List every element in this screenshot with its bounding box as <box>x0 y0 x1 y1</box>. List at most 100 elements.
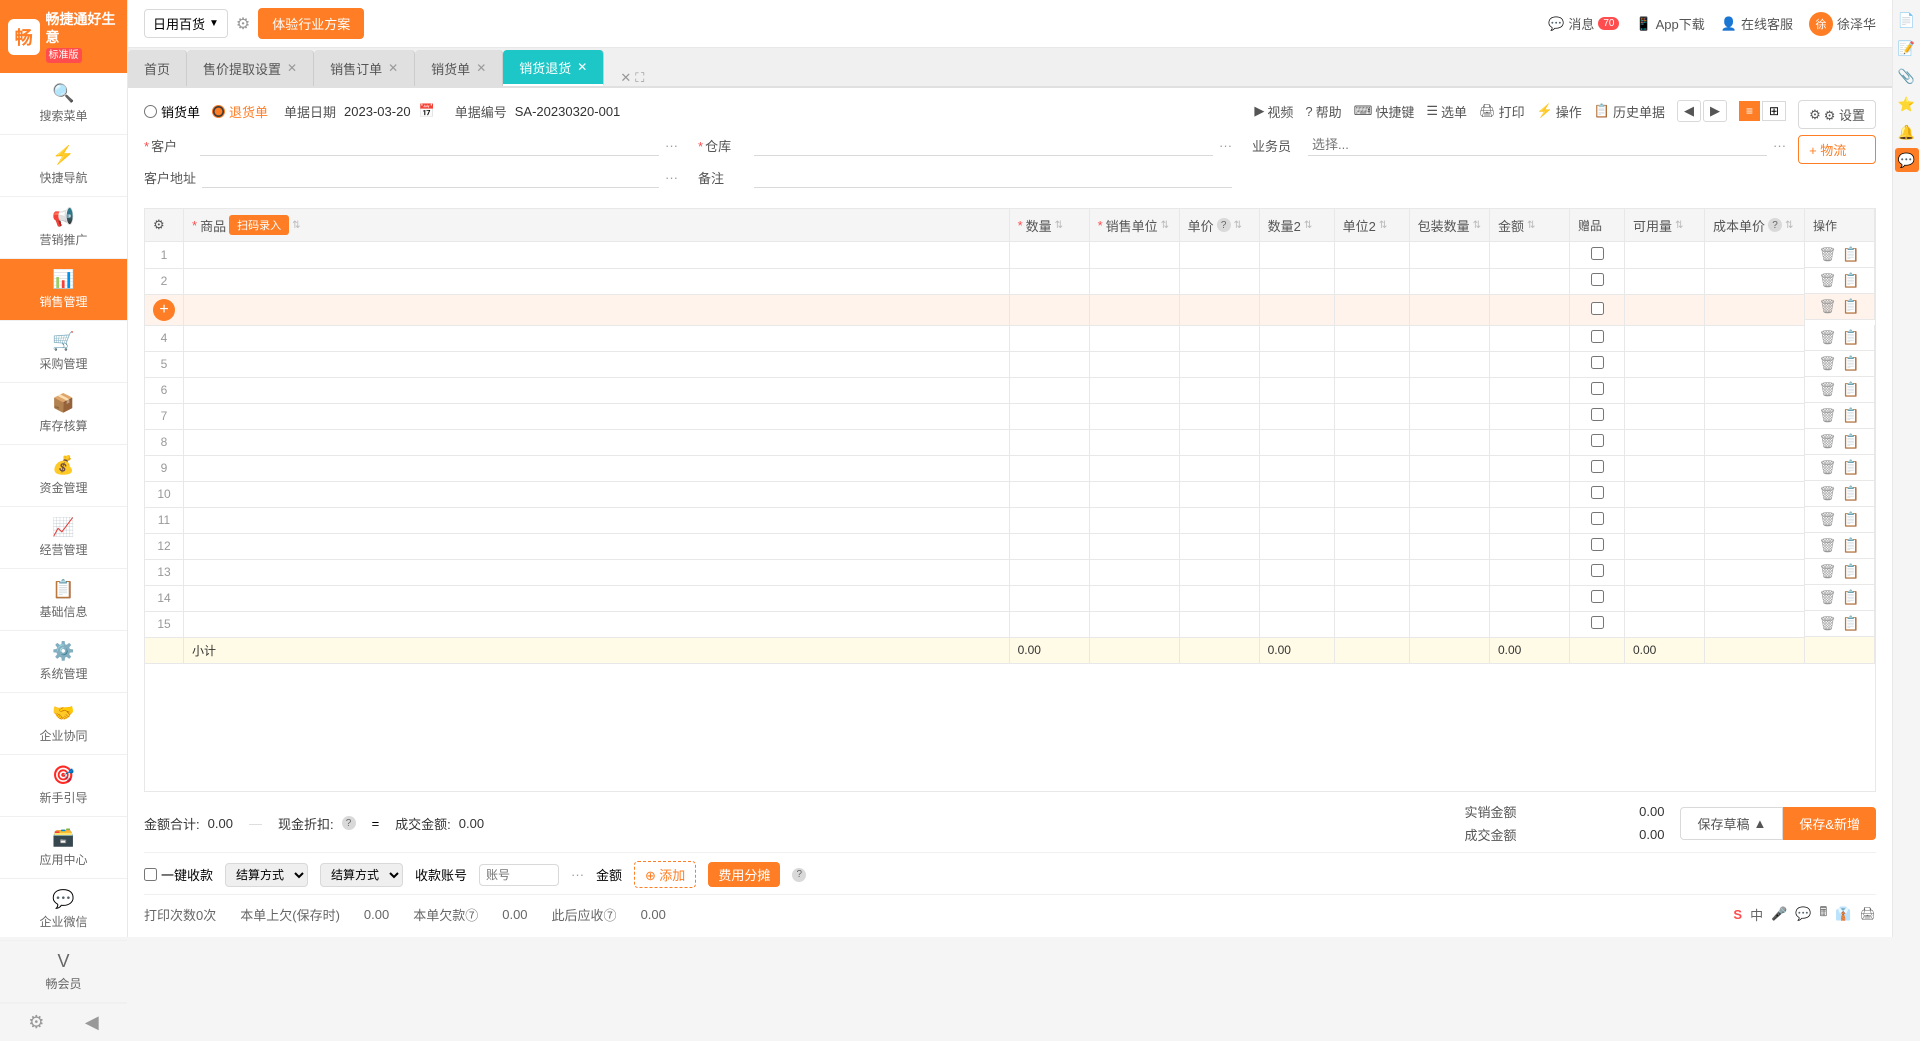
sidebar-item-member[interactable]: V 畅会员 <box>0 941 127 1003</box>
qty2-cell[interactable] <box>1259 481 1334 507</box>
unit-cell[interactable] <box>1089 429 1179 455</box>
gift-checkbox[interactable] <box>1591 434 1604 447</box>
goods-input[interactable] <box>192 331 1001 346</box>
delete-row-button[interactable]: 🗑 <box>1819 329 1837 346</box>
goods-cell[interactable] <box>184 507 1010 533</box>
delete-row-button[interactable]: 🗑 <box>1819 511 1837 528</box>
sidebar-item-search[interactable]: 🔍 搜索菜单 <box>0 73 127 135</box>
pkg-cell[interactable] <box>1409 351 1489 377</box>
expense-info-icon[interactable]: ? <box>792 868 806 882</box>
copy-row-button[interactable]: 📋 <box>1842 433 1859 450</box>
unit-cell[interactable] <box>1089 377 1179 403</box>
goods-cell[interactable] <box>184 455 1010 481</box>
toolbar-shortcuts[interactable]: ⌨ 快捷键 <box>1354 102 1415 121</box>
qty2-cell[interactable] <box>1259 559 1334 585</box>
gift-checkbox[interactable] <box>1591 486 1604 499</box>
goods-cell[interactable] <box>184 533 1010 559</box>
delete-row-button[interactable]: 🗑 <box>1819 407 1837 424</box>
delete-row-button[interactable]: 🗑 <box>1819 355 1837 372</box>
delete-row-button[interactable]: 🗑 <box>1819 485 1837 502</box>
sidebar-item-purchase[interactable]: 🛒 采购管理 <box>0 321 127 383</box>
copy-row-button[interactable]: 📋 <box>1842 329 1859 346</box>
settings-button[interactable]: ⚙ ⚙ 设置 <box>1798 100 1876 129</box>
available-cell[interactable] <box>1625 585 1705 611</box>
amount-cell[interactable] <box>1490 585 1570 611</box>
qty2-cell[interactable] <box>1259 351 1334 377</box>
goods-input[interactable] <box>192 617 1001 632</box>
amount-cell[interactable] <box>1490 507 1570 533</box>
available-cell[interactable] <box>1625 429 1705 455</box>
sidebar-collapse-icon[interactable]: ◀ <box>85 1012 99 1033</box>
pkg-cell[interactable] <box>1409 481 1489 507</box>
copy-row-button[interactable]: 📋 <box>1842 511 1859 528</box>
qty-cell[interactable] <box>1009 455 1089 481</box>
available-cell[interactable] <box>1625 377 1705 403</box>
qty-cell[interactable] <box>1009 325 1089 351</box>
cost-sort-icon[interactable]: ⇅ <box>1785 220 1793 231</box>
right-panel-btn-2[interactable]: 📝 <box>1895 36 1919 60</box>
qty2-cell[interactable] <box>1259 585 1334 611</box>
settlement-select[interactable]: 结算方式 <box>225 863 308 887</box>
pkg-cell[interactable] <box>1409 325 1489 351</box>
available-cell[interactable] <box>1625 242 1705 269</box>
tab-sale-price-close[interactable]: ✕ <box>287 61 297 75</box>
qty2-cell[interactable] <box>1259 268 1334 294</box>
cost-cell[interactable] <box>1705 533 1805 559</box>
amount-cell[interactable] <box>1490 611 1570 637</box>
pkg-cell[interactable] <box>1409 585 1489 611</box>
available-cell[interactable] <box>1625 611 1705 637</box>
available-cell[interactable] <box>1625 507 1705 533</box>
cost-cell[interactable] <box>1705 242 1805 269</box>
col-settings-icon[interactable]: ⚙ <box>153 217 165 232</box>
add-payment-button[interactable]: ⊕ 添加 <box>634 861 696 888</box>
cost-cell[interactable] <box>1705 351 1805 377</box>
goods-cell[interactable] <box>184 559 1010 585</box>
unit2-cell[interactable] <box>1334 611 1409 637</box>
sidebar-item-cooperation[interactable]: 🤝 企业协同 <box>0 693 127 755</box>
qty2-sort-icon[interactable]: ⇅ <box>1304 220 1312 231</box>
cost-cell[interactable] <box>1705 377 1805 403</box>
amount-cell[interactable] <box>1490 455 1570 481</box>
message-button[interactable]: 💬 消息 70 <box>1548 14 1619 33</box>
price-sort-icon[interactable]: ⇅ <box>1234 220 1242 231</box>
copy-row-button[interactable]: 📋 <box>1842 298 1859 315</box>
price-cell[interactable] <box>1179 585 1259 611</box>
scan-button[interactable]: 扫码录入 <box>229 215 289 235</box>
note-input[interactable] <box>754 166 1232 188</box>
gift-checkbox[interactable] <box>1591 512 1604 525</box>
pkg-cell[interactable] <box>1409 611 1489 637</box>
delete-row-button[interactable]: 🗑 <box>1819 381 1837 398</box>
goods-input[interactable] <box>192 487 1001 502</box>
delete-row-button[interactable]: 🗑 <box>1819 272 1837 289</box>
trial-button[interactable]: 体验行业方案 <box>258 8 364 39</box>
right-panel-btn-4[interactable]: ⭐ <box>1895 92 1919 116</box>
qty-cell[interactable] <box>1009 268 1089 294</box>
goods-input[interactable] <box>192 435 1001 450</box>
goods-input[interactable] <box>192 302 1001 317</box>
unit2-cell[interactable] <box>1334 585 1409 611</box>
customer-dots[interactable]: ··· <box>665 138 678 153</box>
cost-cell[interactable] <box>1705 507 1805 533</box>
goods-cell[interactable] <box>184 242 1010 269</box>
delete-row-button[interactable]: 🗑 <box>1819 298 1837 315</box>
unit-cell[interactable] <box>1089 268 1179 294</box>
gift-checkbox[interactable] <box>1591 356 1604 369</box>
unit-cell[interactable] <box>1089 242 1179 269</box>
unit2-cell[interactable] <box>1334 325 1409 351</box>
warehouse-dots[interactable]: ··· <box>1219 138 1232 153</box>
sidebar-item-shortcut[interactable]: ⚡ 快捷导航 <box>0 135 127 197</box>
gift-checkbox[interactable] <box>1591 302 1604 315</box>
account-input[interactable] <box>479 864 559 886</box>
cost-cell[interactable] <box>1705 455 1805 481</box>
gift-checkbox[interactable] <box>1591 538 1604 551</box>
amount-cell[interactable] <box>1490 377 1570 403</box>
goods-cell[interactable] <box>184 403 1010 429</box>
tool-zh-icon[interactable]: 中 <box>1750 905 1763 924</box>
expense-button[interactable]: 费用分摊 <box>708 862 780 887</box>
tab-sale-out-close[interactable]: ✕ <box>476 61 486 75</box>
unit-sort-icon[interactable]: ⇅ <box>1161 220 1169 231</box>
available-cell[interactable] <box>1625 351 1705 377</box>
unit2-cell[interactable] <box>1334 403 1409 429</box>
copy-row-button[interactable]: 📋 <box>1842 355 1859 372</box>
goods-cell[interactable] <box>184 377 1010 403</box>
